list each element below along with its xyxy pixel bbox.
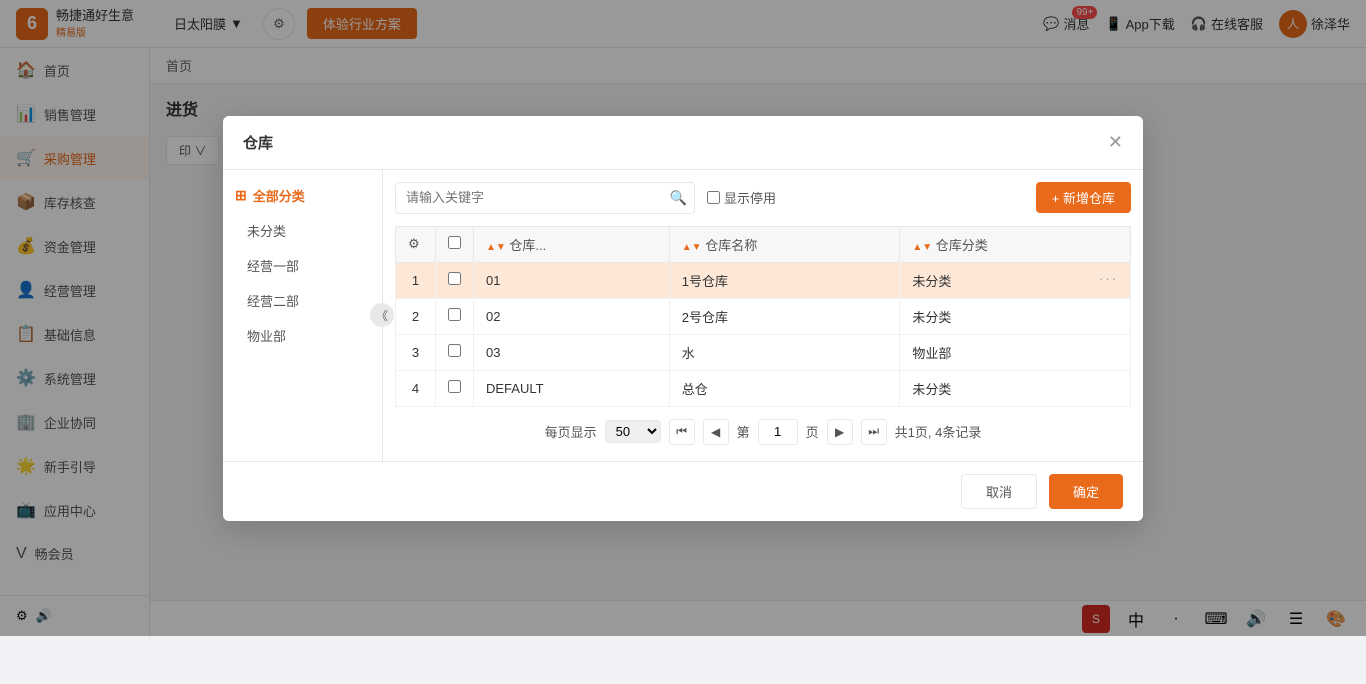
th-name: ▲▼ 仓库名称 [669,226,900,262]
table-body: 1 01 1号仓库 未分类 ··· 2 02 [396,262,1131,406]
all-categories[interactable]: ⊞ 全部分类 [223,178,382,213]
row-num-2: 2 [396,298,436,334]
row-code-2: 02 [474,298,670,334]
row-actions-1[interactable]: ··· [1099,271,1118,286]
row-category-4: 未分类 [900,370,1131,406]
category-item-uncategorized[interactable]: 未分类 [223,213,382,248]
grid-icon: ⊞ [235,187,247,204]
row-cb-2[interactable] [436,298,474,334]
total-info: 共1页, 4条记录 [895,422,982,441]
row-category-3: 物业部 [900,334,1131,370]
category-sidebar: ⊞ 全部分类 未分类 经营一部 经营二部 物业部 《 [223,170,383,461]
warehouse-table: ⚙ ▲▼ 仓库... ▲▼ 仓库名称 [395,226,1131,407]
th-checkbox [436,226,474,262]
table-area: 🔍 显示停用 + 新增仓库 ⚙ [383,170,1143,461]
category-item-property[interactable]: 物业部 [223,318,382,353]
table-toolbar: 🔍 显示停用 + 新增仓库 [395,182,1131,214]
select-all-checkbox[interactable] [448,236,461,249]
prev-page-btn[interactable]: ◀ [703,419,729,445]
row-name-1: 1号仓库 [669,262,900,298]
row-num-3: 3 [396,334,436,370]
modal-overlay: 仓库 ✕ ⊞ 全部分类 未分类 经营一部 经营二部 [0,0,1366,636]
sort-icon-name: ▲▼ [682,242,702,253]
next-page-btn[interactable]: ▶ [827,419,853,445]
search-icon[interactable]: 🔍 [670,189,687,206]
modal-body: ⊞ 全部分类 未分类 经营一部 经营二部 物业部 《 [223,170,1143,461]
search-input[interactable] [395,182,695,214]
row-cb-3[interactable] [436,334,474,370]
row-name-3: 水 [669,334,900,370]
table-header: ⚙ ▲▼ 仓库... ▲▼ 仓库名称 [396,226,1131,262]
page-input[interactable] [758,419,798,445]
show-disabled-checkbox[interactable] [707,191,720,204]
cancel-button[interactable]: 取消 [961,474,1037,509]
table-row[interactable]: 3 03 水 物业部 [396,334,1131,370]
th-category: ▲▼ 仓库分类 [900,226,1131,262]
sort-icon-code: ▲▼ [486,242,506,253]
row-name-2: 2号仓库 [669,298,900,334]
row-cb-4[interactable] [436,370,474,406]
search-input-wrap: 🔍 [395,182,695,214]
row-name-4: 总仓 [669,370,900,406]
confirm-button[interactable]: 确定 [1049,474,1123,509]
table-row[interactable]: 2 02 2号仓库 未分类 [396,298,1131,334]
page-label: 第 [737,422,750,441]
show-disabled-label: 显示停用 [707,188,776,207]
collapse-sidebar-button[interactable]: 《 [370,303,394,327]
row-num-1: 1 [396,262,436,298]
row-code-4: DEFAULT [474,370,670,406]
row-cb-1[interactable] [436,262,474,298]
last-page-btn[interactable]: ⏭ [861,419,887,445]
first-page-btn[interactable]: ⏮ [669,419,695,445]
all-categories-label: 全部分类 [253,186,305,205]
page-size-label: 每页显示 [545,422,597,441]
sort-icon-category: ▲▼ [912,242,932,253]
th-code: ▲▼ 仓库... [474,226,670,262]
row-code-3: 03 [474,334,670,370]
modal-title: 仓库 [243,132,273,153]
modal-close-button[interactable]: ✕ [1108,132,1123,153]
row-num-4: 4 [396,370,436,406]
row-category-1: 未分类 ··· [900,262,1131,298]
category-item-ops2[interactable]: 经营二部 [223,283,382,318]
add-warehouse-button[interactable]: + 新增仓库 [1036,182,1131,213]
row-code-1: 01 [474,262,670,298]
modal-footer: 取消 确定 [223,461,1143,521]
warehouse-modal: 仓库 ✕ ⊞ 全部分类 未分类 经营一部 经营二部 [223,116,1143,521]
page-unit: 页 [806,422,819,441]
pagination-bar: 每页显示 50 10 20 100 ⏮ ◀ 第 页 ▶ ⏭ 共1页, 4条记录 [395,407,1131,449]
header-row: ⚙ ▲▼ 仓库... ▲▼ 仓库名称 [396,226,1131,262]
category-item-ops1[interactable]: 经营一部 [223,248,382,283]
table-row[interactable]: 1 01 1号仓库 未分类 ··· [396,262,1131,298]
table-row[interactable]: 4 DEFAULT 总仓 未分类 [396,370,1131,406]
th-gear: ⚙ [396,226,436,262]
page-size-select[interactable]: 50 10 20 100 [605,420,661,443]
row-category-2: 未分类 [900,298,1131,334]
modal-header: 仓库 ✕ [223,116,1143,170]
